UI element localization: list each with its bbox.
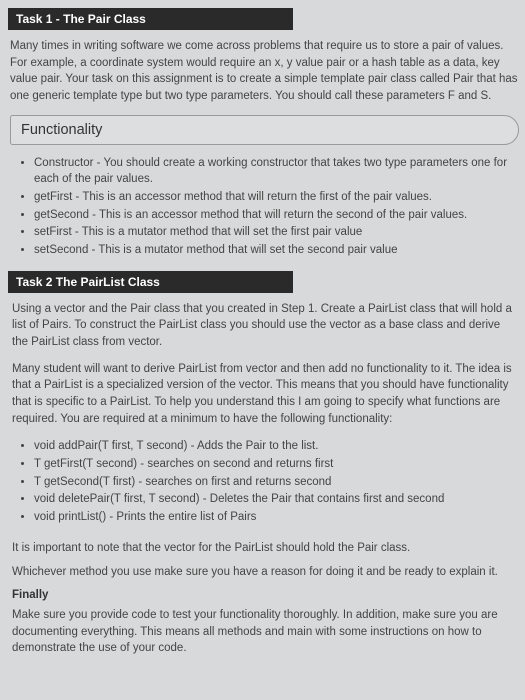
list-item: getSecond - This is an accessor method t… [34, 207, 515, 224]
task1-header: Task 1 - The Pair Class [8, 8, 293, 30]
task2-note-vector: It is important to note that the vector … [8, 538, 525, 563]
task2-method-list: void addPair(T first, T second) - Adds t… [34, 438, 515, 525]
list-item: getFirst - This is an accessor method th… [34, 189, 515, 206]
list-item: void addPair(T first, T second) - Adds t… [34, 438, 515, 455]
list-item: setSecond - This is a mutator method tha… [34, 242, 515, 259]
task2-note-reason: Whichever method you use make sure you h… [8, 562, 525, 587]
list-item: Constructor - You should create a workin… [34, 155, 515, 188]
task2-intro: Using a vector and the Pair class that y… [8, 301, 525, 361]
task1-method-list: Constructor - You should create a workin… [34, 155, 515, 259]
task1-intro: Many times in writing software we come a… [8, 38, 525, 115]
list-item: T getFirst(T second) - searches on secon… [34, 456, 515, 473]
functionality-box: Functionality [10, 115, 519, 145]
list-item: setFirst - This is a mutator method that… [34, 224, 515, 241]
task2-para2: Many student will want to derive PairLis… [8, 361, 525, 438]
finally-label: Finally [8, 587, 525, 607]
finally-text: Make sure you provide code to test your … [8, 607, 525, 667]
list-item: T getSecond(T first) - searches on first… [34, 474, 515, 491]
list-item: void deletePair(T first, T second) - Del… [34, 491, 515, 508]
list-item: void printList() - Prints the entire lis… [34, 509, 515, 526]
task2-header: Task 2 The PairList Class [8, 271, 293, 293]
functionality-title: Functionality [21, 122, 508, 138]
